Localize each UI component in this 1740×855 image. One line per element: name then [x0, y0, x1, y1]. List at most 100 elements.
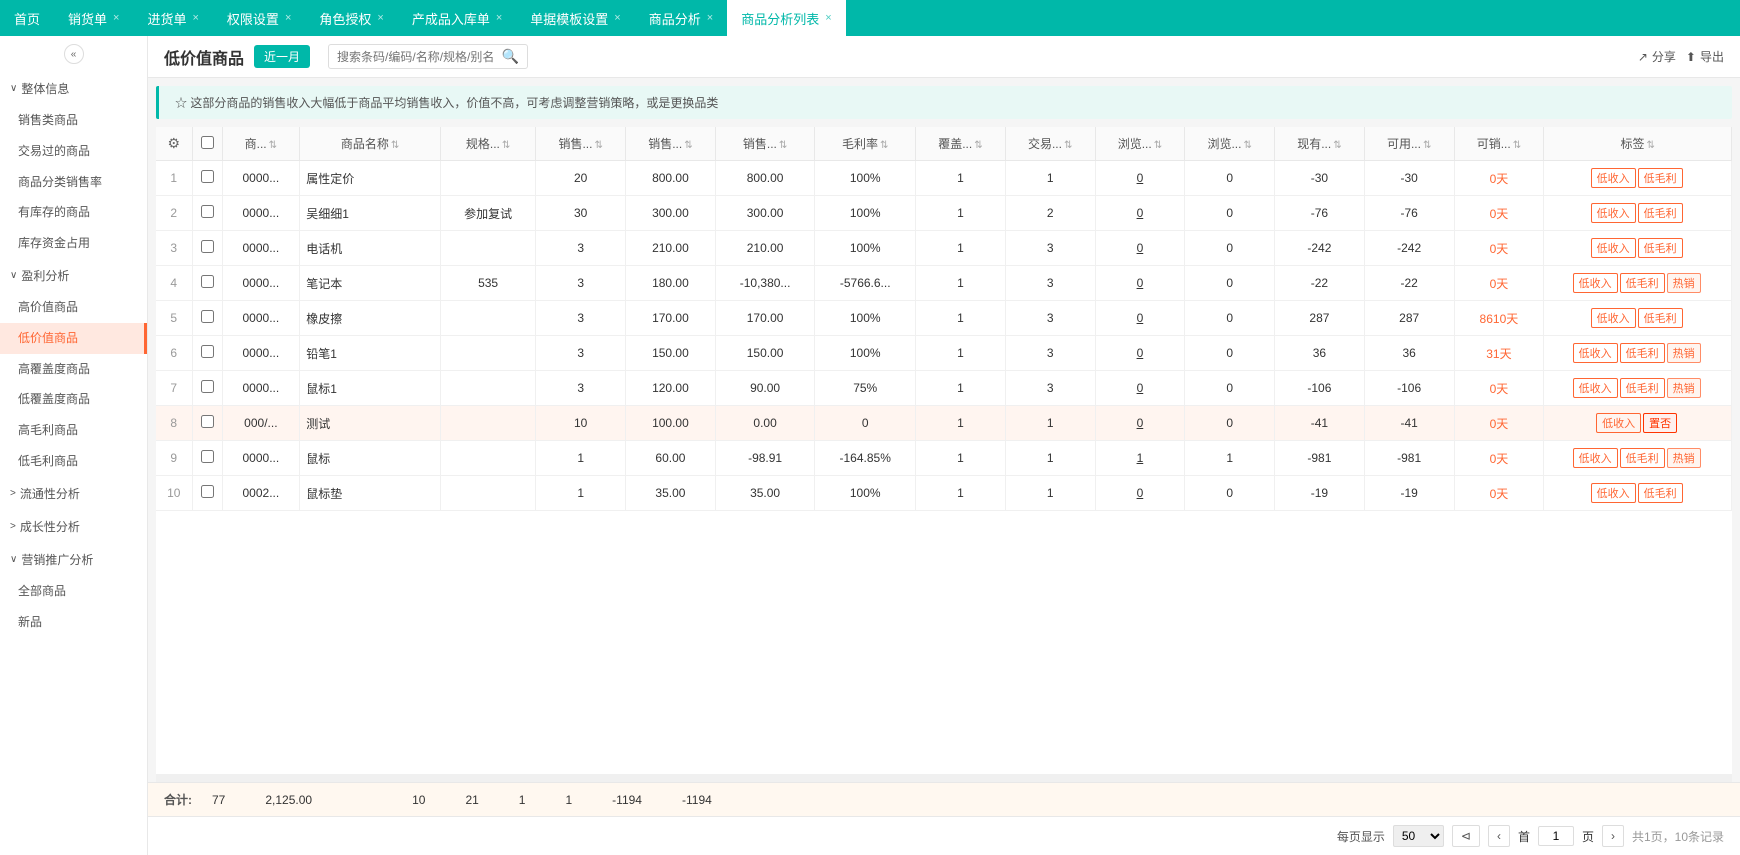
sidebar-group-营销推广分析[interactable]: ∨营销推广分析	[0, 543, 147, 576]
nav-close-icon[interactable]: ×	[496, 12, 502, 24]
gear-icon[interactable]: ⚙	[167, 135, 180, 151]
cell-checkbox[interactable]	[192, 301, 222, 336]
nav-item-权限设置[interactable]: 权限设置×	[213, 0, 305, 36]
th-checkbox[interactable]	[192, 127, 222, 161]
sidebar-item-销售类商品[interactable]: 销售类商品	[0, 105, 147, 136]
sidebar-item-商品分类销售率[interactable]: 商品分类销售率	[0, 167, 147, 198]
th-view1[interactable]: 浏览...⇅	[1095, 127, 1185, 161]
page-size-select[interactable]: 50 100 200	[1393, 825, 1444, 847]
sidebar-group-整体信息[interactable]: ∨整体信息	[0, 72, 147, 105]
view1-link[interactable]: 0	[1137, 241, 1144, 255]
filter-recent-month-btn[interactable]: 近一月	[254, 45, 310, 68]
th-sale-count[interactable]: 销售...⇅	[536, 127, 626, 161]
row-checkbox[interactable]	[201, 450, 214, 463]
horizontal-scrollbar[interactable]	[156, 774, 1732, 782]
sidebar-item-高毛利商品[interactable]: 高毛利商品	[0, 415, 147, 446]
sidebar-item-高价值商品[interactable]: 高价值商品	[0, 292, 147, 323]
th-sale-amount[interactable]: 销售...⇅	[626, 127, 716, 161]
th-current[interactable]: 现有...⇅	[1275, 127, 1365, 161]
nav-item-进货单[interactable]: 进货单×	[133, 0, 212, 36]
view1-link[interactable]: 0	[1137, 311, 1144, 325]
sidebar-collapse-btn[interactable]: «	[64, 44, 84, 64]
th-sale-price[interactable]: 销售...⇅	[715, 127, 815, 161]
row-checkbox[interactable]	[201, 275, 214, 288]
view1-link[interactable]: 0	[1137, 416, 1144, 430]
cell-view1[interactable]: 0	[1095, 406, 1185, 441]
sidebar-item-库存资金占用[interactable]: 库存资金占用	[0, 228, 147, 259]
th-gross-margin[interactable]: 毛利率⇅	[815, 127, 916, 161]
search-input[interactable]	[337, 50, 502, 64]
data-table-container[interactable]: ⚙ 商...⇅ 商品名称⇅ 规格...⇅ 销售...⇅ 销售...⇅ 销售...…	[156, 127, 1732, 774]
cell-checkbox[interactable]	[192, 161, 222, 196]
sidebar-group-成长性分析[interactable]: >成长性分析	[0, 510, 147, 543]
row-checkbox[interactable]	[201, 380, 214, 393]
view1-link[interactable]: 0	[1137, 206, 1144, 220]
view1-link[interactable]: 0	[1137, 276, 1144, 290]
cell-view1[interactable]: 0	[1095, 301, 1185, 336]
sidebar-item-高覆盖度商品[interactable]: 高覆盖度商品	[0, 354, 147, 385]
sidebar-item-有库存的商品[interactable]: 有库存的商品	[0, 197, 147, 228]
sidebar-item-低毛利商品[interactable]: 低毛利商品	[0, 446, 147, 477]
sidebar-item-新品[interactable]: 新品	[0, 607, 147, 638]
cell-view1[interactable]: 0	[1095, 336, 1185, 371]
cell-checkbox[interactable]	[192, 476, 222, 511]
th-gear[interactable]: ⚙	[156, 127, 192, 161]
page-number-input[interactable]	[1538, 826, 1574, 846]
nav-item-首页[interactable]: 首页	[0, 0, 54, 36]
cell-view1[interactable]: 0	[1095, 196, 1185, 231]
nav-item-商品分析列表[interactable]: 商品分析列表×	[727, 0, 845, 36]
nav-close-icon[interactable]: ×	[192, 12, 198, 24]
view1-link[interactable]: 0	[1137, 346, 1144, 360]
cell-checkbox[interactable]	[192, 196, 222, 231]
th-code[interactable]: 商...⇅	[222, 127, 300, 161]
th-available[interactable]: 可用...⇅	[1364, 127, 1454, 161]
row-checkbox[interactable]	[201, 240, 214, 253]
sidebar-item-低覆盖度商品[interactable]: 低覆盖度商品	[0, 384, 147, 415]
sidebar-item-交易过的商品[interactable]: 交易过的商品	[0, 136, 147, 167]
view1-link[interactable]: 0	[1137, 381, 1144, 395]
cell-checkbox[interactable]	[192, 231, 222, 266]
th-spec[interactable]: 规格...⇅	[440, 127, 535, 161]
nav-item-单据模板设置[interactable]: 单据模板设置×	[516, 0, 634, 36]
cell-checkbox[interactable]	[192, 406, 222, 441]
th-view2[interactable]: 浏览...⇅	[1185, 127, 1275, 161]
th-tags[interactable]: 标签⇅	[1544, 127, 1732, 161]
export-btn[interactable]: ⬆ 导出	[1686, 48, 1724, 65]
nav-item-角色授权[interactable]: 角色授权×	[305, 0, 397, 36]
cell-view1[interactable]: 1	[1095, 441, 1185, 476]
row-checkbox[interactable]	[201, 345, 214, 358]
nav-item-商品分析[interactable]: 商品分析×	[635, 0, 727, 36]
row-checkbox[interactable]	[201, 205, 214, 218]
sidebar-item-全部商品[interactable]: 全部商品	[0, 576, 147, 607]
th-coverage[interactable]: 覆盖...⇅	[916, 127, 1006, 161]
prev-page-btn[interactable]: ‹	[1488, 825, 1510, 847]
nav-item-销货单[interactable]: 销货单×	[54, 0, 133, 36]
nav-close-icon[interactable]: ×	[113, 12, 119, 24]
th-trade[interactable]: 交易...⇅	[1005, 127, 1095, 161]
row-checkbox[interactable]	[201, 485, 214, 498]
nav-close-icon[interactable]: ×	[825, 12, 831, 24]
cell-checkbox[interactable]	[192, 336, 222, 371]
view1-link[interactable]: 1	[1137, 451, 1144, 465]
row-checkbox[interactable]	[201, 310, 214, 323]
nav-close-icon[interactable]: ×	[377, 12, 383, 24]
cell-view1[interactable]: 0	[1095, 371, 1185, 406]
view1-link[interactable]: 0	[1137, 171, 1144, 185]
row-checkbox[interactable]	[201, 170, 214, 183]
row-checkbox[interactable]	[201, 415, 214, 428]
nav-close-icon[interactable]: ×	[285, 12, 291, 24]
th-name[interactable]: 商品名称⇅	[300, 127, 441, 161]
sidebar-item-低价值商品[interactable]: 低价值商品	[0, 323, 147, 354]
cell-view1[interactable]: 0	[1095, 476, 1185, 511]
nav-item-产成品入库单[interactable]: 产成品入库单×	[398, 0, 516, 36]
select-all-checkbox[interactable]	[201, 136, 214, 149]
first-page-btn[interactable]: ⊲	[1452, 825, 1480, 847]
sidebar-group-盈利分析[interactable]: ∨盈利分析	[0, 259, 147, 292]
cell-view1[interactable]: 0	[1095, 161, 1185, 196]
sidebar-group-流通性分析[interactable]: >流通性分析	[0, 477, 147, 510]
next-page-btn[interactable]: ›	[1602, 825, 1624, 847]
th-saleable[interactable]: 可销...⇅	[1454, 127, 1544, 161]
nav-close-icon[interactable]: ×	[707, 12, 713, 24]
cell-view1[interactable]: 0	[1095, 266, 1185, 301]
cell-checkbox[interactable]	[192, 441, 222, 476]
